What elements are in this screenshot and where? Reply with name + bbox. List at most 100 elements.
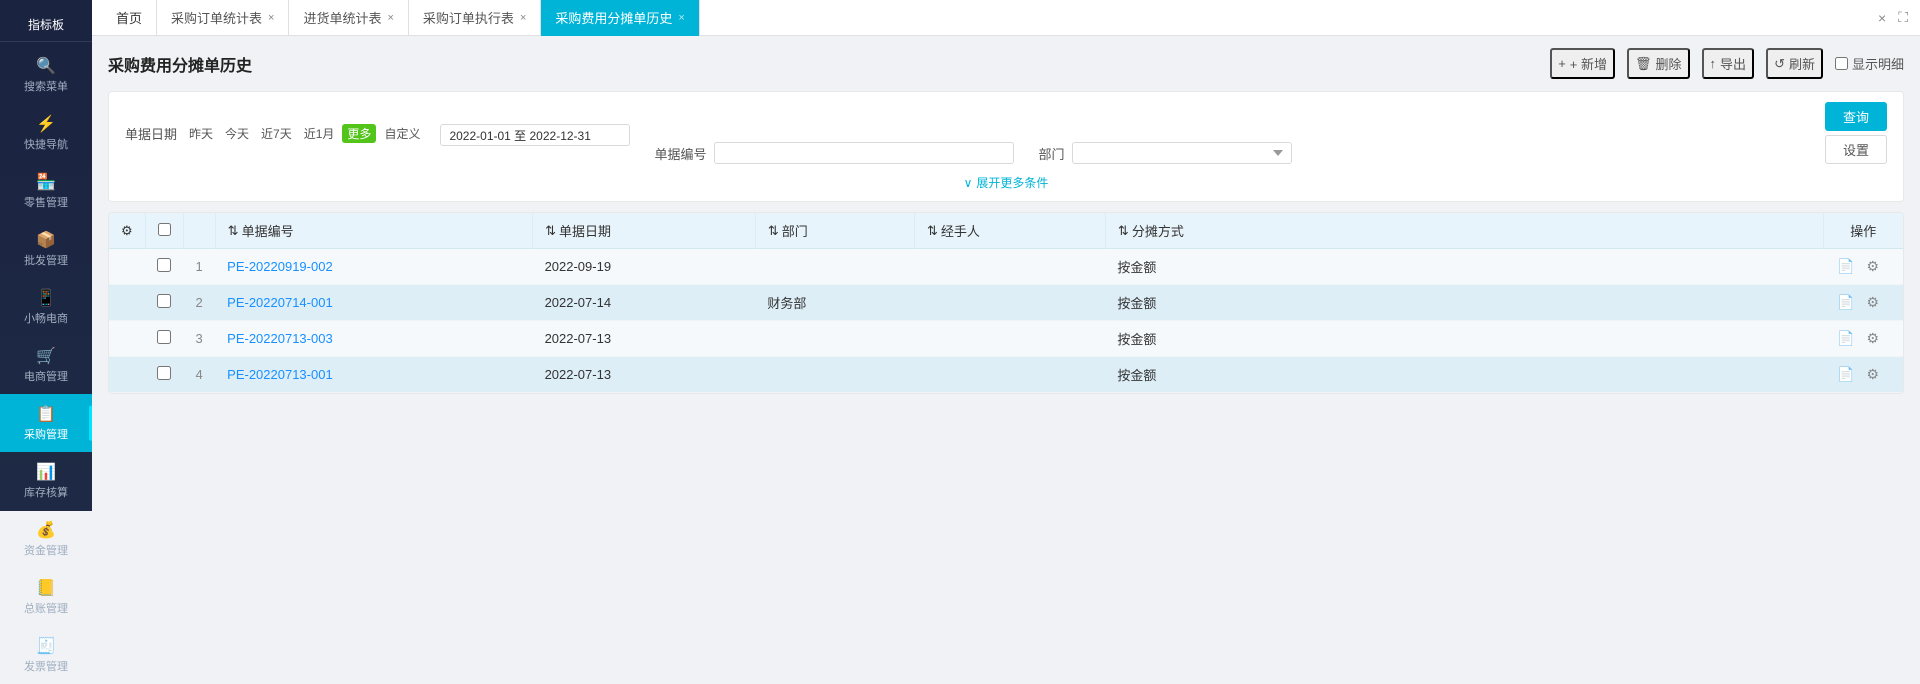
expand-conditions-button[interactable]: ∨ 展开更多条件 [964, 174, 1049, 191]
td-checkbox-0 [145, 249, 183, 285]
td-settings-2 [109, 321, 145, 357]
export-icon: ↑ [1710, 56, 1717, 71]
th-doc-date-sort[interactable]: ⇅ 单据日期 [545, 221, 743, 240]
sidebar-item-purchase[interactable]: 📋 采购管理 [0, 394, 92, 452]
td-checkbox-2 [145, 321, 183, 357]
tab-purchase-exec[interactable]: 采购订单执行表 × [409, 0, 541, 36]
date-range-input[interactable] [440, 124, 630, 146]
delete-button[interactable]: 🗑 删除 [1627, 48, 1690, 79]
tab-maximize-button[interactable]: ⛶ [1896, 7, 1910, 28]
td-ops-0: 📄 ⚙ [1823, 249, 1903, 285]
date-btn-7days[interactable]: 近7天 [257, 124, 296, 143]
doc-no-link-3[interactable]: PE-20220713-001 [227, 367, 333, 382]
td-split-method-3: 按金额 [1105, 357, 1823, 393]
tab-close-all-button[interactable]: × [1876, 8, 1888, 28]
th-doc-no-sort[interactable]: ⇅ 单据编号 [228, 221, 520, 240]
delete-icon: 🗑 [1635, 56, 1652, 72]
doc-no-link-1[interactable]: PE-20220714-001 [227, 295, 333, 310]
tab-purchase-order-stat-close[interactable]: × [268, 12, 274, 24]
sidebar-item-ecom[interactable]: 🛒 电商管理 [0, 336, 92, 394]
sidebar-item-ledger-label: 总账管理 [4, 600, 88, 616]
show-cols-toggle[interactable]: 显示明细 [1835, 54, 1904, 73]
edit-icon-3[interactable]: 📄 [1835, 364, 1856, 385]
date-btn-1month[interactable]: 近1月 [300, 124, 339, 143]
date-btn-custom[interactable]: 自定义 [380, 124, 424, 143]
th-ops: 操作 [1823, 213, 1903, 249]
th-handler-sort[interactable]: ⇅ 经手人 [927, 221, 1093, 240]
doc-no-input[interactable] [714, 142, 1014, 164]
more-icon-0[interactable]: ⚙ [1864, 256, 1881, 277]
tab-purchase-order-stat[interactable]: 采购订单统计表 × [157, 0, 289, 36]
th-doc-date[interactable]: ⇅ 单据日期 [533, 213, 756, 249]
show-cols-checkbox[interactable] [1835, 57, 1848, 70]
th-doc-no[interactable]: ⇅ 单据编号 [215, 213, 532, 249]
sort-handler-icon: ⇅ [927, 223, 938, 239]
dept-select[interactable] [1072, 142, 1292, 164]
doc-no-link-0[interactable]: PE-20220919-002 [227, 259, 333, 274]
tab-home[interactable]: 首页 [102, 0, 157, 36]
date-btn-yesterday[interactable]: 昨天 [185, 124, 217, 143]
add-button[interactable]: + + 新增 [1550, 48, 1615, 79]
td-settings-0 [109, 249, 145, 285]
date-btn-today[interactable]: 今天 [221, 124, 253, 143]
sidebar-item-finance[interactable]: 💰 资金管理 [0, 510, 92, 568]
tab-purchase-cost-hist-close[interactable]: × [678, 12, 684, 24]
td-doc-date-2: 2022-07-13 [533, 321, 756, 357]
td-doc-no-2: PE-20220713-003 [215, 321, 532, 357]
more-icon-2[interactable]: ⚙ [1864, 328, 1881, 349]
dept-label: 部门 [1038, 144, 1064, 163]
th-dept[interactable]: ⇅ 部门 [755, 213, 914, 249]
filter-settings-button[interactable]: 设置 [1825, 135, 1887, 164]
date-btn-more[interactable]: 更多 [342, 124, 376, 143]
edit-icon-2[interactable]: 📄 [1835, 328, 1856, 349]
th-split-method-sort[interactable]: ⇅ 分摊方式 [1118, 221, 1811, 240]
more-icon-1[interactable]: ⚙ [1864, 292, 1881, 313]
edit-icon-1[interactable]: 📄 [1835, 292, 1856, 313]
tab-purchase-cost-hist[interactable]: 采购费用分摊单历史 × [541, 0, 699, 36]
select-all-checkbox[interactable] [158, 223, 171, 236]
sidebar-item-inventory[interactable]: 📊 库存核算 [0, 452, 92, 510]
finance-icon: 💰 [4, 520, 88, 540]
row-checkbox-1[interactable] [157, 294, 171, 308]
th-handler[interactable]: ⇅ 经手人 [914, 213, 1105, 249]
export-button[interactable]: ↑ 导出 [1702, 48, 1755, 79]
sidebar-item-ledger[interactable]: 📒 总账管理 [0, 568, 92, 626]
td-dept-0 [755, 249, 914, 285]
export-label: 导出 [1720, 54, 1746, 73]
sort-dept-icon: ⇅ [768, 223, 779, 239]
th-settings[interactable]: ⚙ [109, 213, 145, 249]
td-handler-0 [914, 249, 1105, 285]
show-cols-label: 显示明细 [1852, 54, 1904, 73]
sidebar-item-wholesale[interactable]: 📦 批发管理 [0, 220, 92, 278]
ledger-icon: 📒 [4, 578, 88, 598]
doc-no-link-2[interactable]: PE-20220713-003 [227, 331, 333, 346]
row-checkbox-2[interactable] [157, 330, 171, 344]
row-checkbox-0[interactable] [157, 258, 171, 272]
row-checkbox-3[interactable] [157, 366, 171, 380]
tab-inbound-stat[interactable]: 进货单统计表 × [289, 0, 408, 36]
refresh-label: 刷新 [1789, 54, 1815, 73]
sidebar-item-invoice-label: 发票管理 [4, 658, 88, 674]
th-doc-no-label: 单据编号 [242, 221, 294, 240]
th-dept-sort[interactable]: ⇅ 部门 [768, 221, 902, 240]
date-filter-label: 单据日期 [125, 124, 177, 143]
td-settings-1 [109, 285, 145, 321]
refresh-button[interactable]: ↺ 刷新 [1766, 48, 1823, 79]
query-button[interactable]: 查询 [1825, 102, 1887, 131]
td-handler-3 [914, 357, 1105, 393]
sidebar-item-invoice[interactable]: 🧾 发票管理 [0, 626, 92, 684]
tab-inbound-stat-close[interactable]: × [387, 12, 393, 24]
sidebar-item-quick[interactable]: ⚡ 快捷导航 [0, 104, 92, 162]
th-ops-label: 操作 [1850, 224, 1876, 239]
quick-nav-icon: ⚡ [4, 114, 88, 134]
more-icon-3[interactable]: ⚙ [1864, 364, 1881, 385]
sidebar-item-retail[interactable]: 🏪 零售管理 [0, 162, 92, 220]
sidebar-item-mini[interactable]: 📱 小畅电商 [0, 278, 92, 336]
th-split-method[interactable]: ⇅ 分摊方式 [1105, 213, 1823, 249]
tab-purchase-exec-close[interactable]: × [520, 12, 526, 24]
edit-icon-0[interactable]: 📄 [1835, 256, 1856, 277]
mini-icon: 📱 [4, 288, 88, 308]
table-head: ⚙ ⇅ 单据编号 [109, 213, 1903, 249]
query-settings-col: 查询 设置 [1813, 102, 1887, 164]
sidebar-item-search[interactable]: 🔍 搜索菜单 [0, 46, 92, 104]
